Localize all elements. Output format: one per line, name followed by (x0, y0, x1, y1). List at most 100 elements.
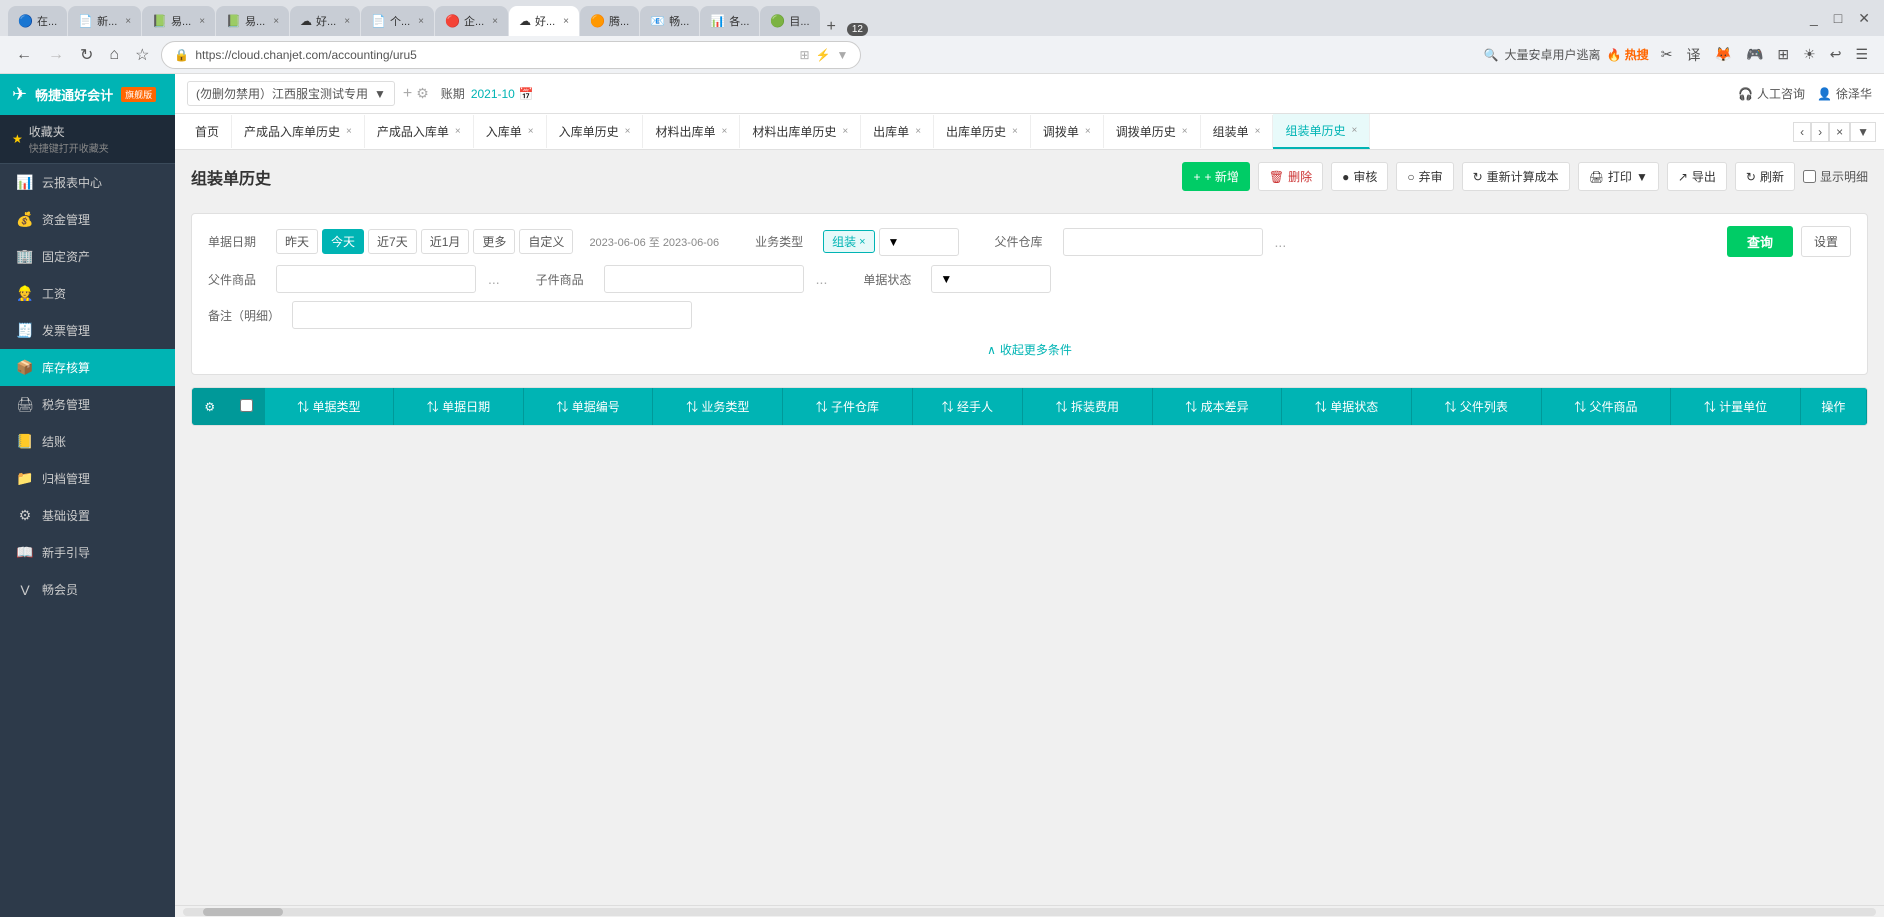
export-button[interactable]: ↗ 导出 (1667, 162, 1727, 191)
th-parent-goods[interactable]: ⇅ 父件商品 (1541, 388, 1671, 425)
business-type-tag-close[interactable]: × (859, 236, 865, 248)
sun-icon[interactable]: ☀ (1799, 44, 1820, 65)
period-value[interactable]: 2021-10 (471, 87, 515, 101)
top-nav-tab-close-6[interactable]: × (842, 126, 848, 137)
window-minimize-btn[interactable]: _ (1804, 8, 1824, 28)
date-filter-btn-3[interactable]: 近1月 (421, 229, 470, 254)
show-detail-checkbox[interactable] (1803, 170, 1816, 183)
add-company-button[interactable]: + (403, 85, 412, 103)
top-nav-tab-close-10[interactable]: × (1182, 126, 1188, 137)
browser-tab-tab10[interactable]: 📧畅... (640, 6, 699, 36)
nav-more-btn[interactable]: ▼ (1850, 122, 1876, 142)
sidebar-item-基础设置[interactable]: ⚙ 基础设置 (0, 497, 175, 534)
browser-tab-tab5[interactable]: ☁好...× (290, 6, 360, 36)
sidebar-item-畅会员[interactable]: V 畅会员 (0, 571, 175, 608)
sidebar-item-云报表中心[interactable]: 📊 云报表中心 (0, 164, 175, 201)
query-button[interactable]: 查询 (1727, 226, 1793, 257)
refresh-button[interactable]: ↻ 刷新 (1735, 162, 1795, 191)
top-nav-tab-close-7[interactable]: × (915, 126, 921, 137)
tab-close-icon[interactable]: × (418, 16, 424, 27)
add-button[interactable]: + + 新增 (1182, 162, 1249, 191)
top-nav-tab-12[interactable]: 组装单历史× (1273, 114, 1370, 149)
date-filter-btn-0[interactable]: 昨天 (276, 229, 318, 254)
nav-scroll-left-btn[interactable]: ‹ (1793, 122, 1811, 142)
browser-tab-tab7[interactable]: 🔴企...× (435, 6, 508, 36)
tab-close-icon[interactable]: × (344, 16, 350, 27)
refresh-button[interactable]: ↻ (76, 43, 97, 67)
nav-close-btn[interactable]: × (1829, 122, 1850, 142)
company-selector[interactable]: (勿删勿禁用）江西服宝测试专用 ▼ (187, 81, 395, 106)
settings-button[interactable]: 设置 (1801, 226, 1851, 257)
th-parent-list[interactable]: ⇅ 父件列表 (1411, 388, 1541, 425)
top-nav-tab-close-2[interactable]: × (455, 126, 461, 137)
child-goods-input[interactable] (604, 265, 804, 293)
th-checkbox[interactable] (228, 388, 264, 425)
sidebar-item-结账[interactable]: 📒 结账 (0, 423, 175, 460)
th-unit[interactable]: ⇅ 计量单位 (1671, 388, 1801, 425)
recalculate-button[interactable]: ↻ 重新计算成本 (1462, 162, 1570, 191)
browser-tab-tab2[interactable]: 📄新...× (68, 6, 141, 36)
abandon-button[interactable]: ○ 弃审 (1396, 162, 1453, 191)
browser-tab-tab6[interactable]: 📄个...× (361, 6, 434, 36)
top-nav-tab-close-3[interactable]: × (528, 126, 534, 137)
th-child-warehouse[interactable]: ⇅ 子件仓库 (783, 388, 913, 425)
window-close-btn[interactable]: ✕ (1852, 8, 1876, 29)
home-button[interactable]: ⌂ (105, 44, 123, 66)
tab-close-icon[interactable]: × (125, 16, 131, 27)
sidebar-item-固定资产[interactable]: 🏢 固定资产 (0, 238, 175, 275)
top-nav-tab-close-12[interactable]: × (1351, 125, 1357, 136)
th-settings[interactable]: ⚙ (192, 388, 228, 425)
browser-tab-tab1[interactable]: 🔵在... (8, 6, 67, 36)
review-button[interactable]: ● 审核 (1331, 162, 1388, 191)
service-button[interactable]: 🎧 人工咨询 (1738, 85, 1805, 102)
th-disassemble-fee[interactable]: ⇅ 拆装费用 (1022, 388, 1152, 425)
date-filter-btn-4[interactable]: 更多 (473, 229, 515, 254)
th-cost-diff[interactable]: ⇅ 成本差异 (1152, 388, 1282, 425)
top-nav-tab-5[interactable]: 材料出库单× (643, 115, 740, 148)
nav-scroll-right-btn[interactable]: › (1811, 122, 1829, 142)
sidebar-item-新手引导[interactable]: 📖 新手引导 (0, 534, 175, 571)
show-detail-label[interactable]: 显示明细 (1803, 168, 1868, 185)
tab-close-icon[interactable]: × (273, 16, 279, 27)
sidebar-logo[interactable]: ✈ 畅捷通好会计 旗舰版 (0, 74, 175, 115)
parent-goods-more[interactable]: ... (488, 271, 500, 287)
remarks-input[interactable] (292, 301, 692, 329)
parent-goods-input[interactable] (276, 265, 476, 293)
th-number[interactable]: ⇅ 单据编号 (523, 388, 653, 425)
top-nav-tab-close-11[interactable]: × (1255, 126, 1261, 137)
top-nav-tab-8[interactable]: 出库单历史× (934, 115, 1031, 148)
select-all-checkbox[interactable] (240, 399, 253, 412)
top-nav-tab-11[interactable]: 组装单× (1201, 115, 1274, 148)
top-nav-tab-3[interactable]: 入库单× (474, 115, 547, 148)
translate-icon[interactable]: 译 (1683, 43, 1705, 67)
child-goods-more[interactable]: ... (816, 271, 828, 287)
browser-tab-tab12[interactable]: 🟢目... (760, 6, 819, 36)
company-settings-button[interactable]: ⚙ (416, 85, 429, 102)
browser-tab-tab8[interactable]: ☁好...× (509, 6, 579, 36)
th-date[interactable]: ⇅ 单据日期 (394, 388, 524, 425)
url-bar[interactable]: 🔒 https://cloud.chanjet.com/accounting/u… (161, 41, 861, 69)
top-nav-tab-9[interactable]: 调拨单× (1031, 115, 1104, 148)
new-tab-button[interactable]: + (821, 18, 842, 36)
parent-warehouse-input[interactable] (1063, 228, 1263, 256)
parent-warehouse-more[interactable]: ... (1275, 234, 1287, 250)
browser-tab-tab3[interactable]: 📗易...× (142, 6, 215, 36)
status-dropdown[interactable]: ▼ (931, 265, 1051, 293)
top-nav-tab-4[interactable]: 入库单历史× (547, 115, 644, 148)
top-nav-tab-6[interactable]: 材料出库单历史× (740, 115, 861, 148)
filter-collapse[interactable]: ∧ 收起更多条件 (208, 337, 1851, 362)
sidebar-item-资金管理[interactable]: 💰 资金管理 (0, 201, 175, 238)
sidebar-favorite[interactable]: ★ 收藏夹 快捷键打开收藏夹 (0, 115, 175, 164)
cut-icon[interactable]: ✂ (1657, 44, 1677, 65)
top-nav-tab-close-1[interactable]: × (346, 126, 352, 137)
horizontal-scrollbar[interactable] (175, 905, 1884, 917)
print-button[interactable]: 🖨 打印 ▼ (1578, 162, 1659, 191)
date-filter-btn-1[interactable]: 今天 (322, 229, 364, 254)
top-nav-tab-2[interactable]: 产成品入库单× (365, 115, 474, 148)
top-nav-tab-close-5[interactable]: × (721, 126, 727, 137)
top-nav-tab-close-4[interactable]: × (625, 126, 631, 137)
browser-tab-tab9[interactable]: 🟠腾... (580, 6, 639, 36)
tab-close-icon[interactable]: × (563, 16, 569, 27)
star-button[interactable]: ☆ (131, 43, 153, 67)
menu-icon[interactable]: ☰ (1851, 44, 1872, 65)
